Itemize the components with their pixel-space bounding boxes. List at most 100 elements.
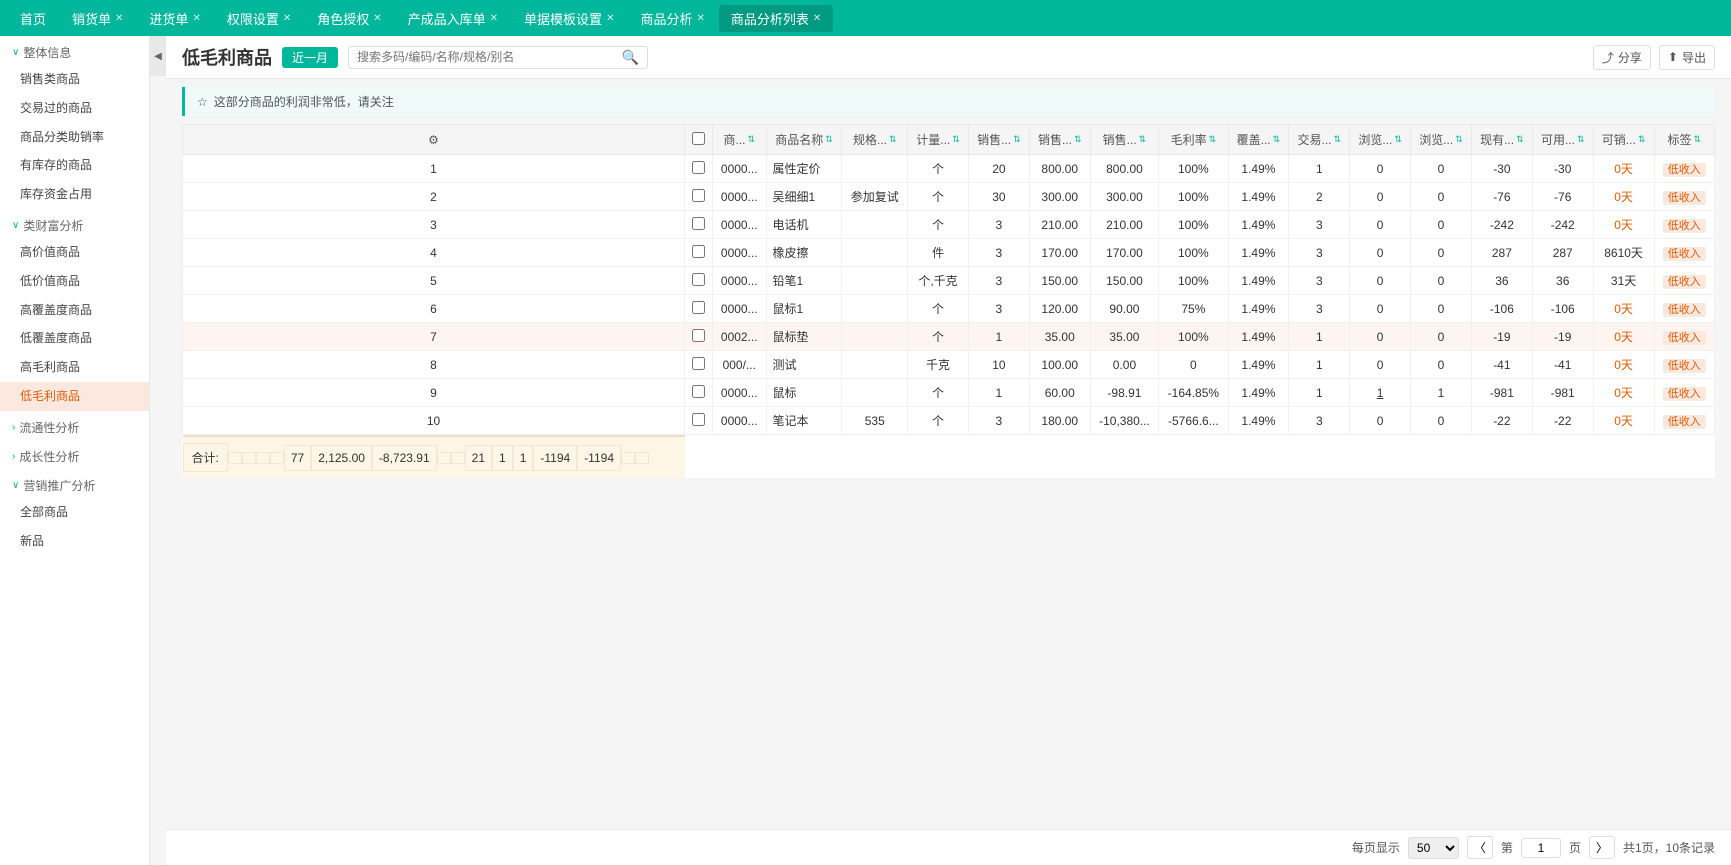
- nav-templates[interactable]: 单据模板设置 ✕: [512, 5, 626, 32]
- col-coverage[interactable]: 覆盖...⇅: [1228, 125, 1289, 155]
- col-browse1[interactable]: 浏览...⇅: [1350, 125, 1411, 155]
- col-spec[interactable]: 规格...⇅: [842, 125, 908, 155]
- sidebar-group-overview[interactable]: ∨ 整体信息: [0, 36, 149, 65]
- row-checkbox[interactable]: [685, 155, 713, 183]
- sidebar-item-sales-products[interactable]: 销售类商品: [0, 65, 149, 94]
- row-available: -242: [1532, 211, 1593, 239]
- nav-products[interactable]: 产成品入库单 ✕: [396, 5, 510, 32]
- sidebar-item-low-coverage[interactable]: 低覆盖度商品: [0, 324, 149, 353]
- row-browse1: 0: [1350, 239, 1411, 267]
- row-checkbox[interactable]: [685, 239, 713, 267]
- data-table: ⚙ 商...⇅ 商品名称⇅ 规格...⇅ 计量...⇅ 销售...⇅ 销售...…: [182, 124, 1715, 478]
- row-spec: 535: [842, 407, 908, 435]
- col-settings[interactable]: ⚙: [183, 125, 685, 155]
- nav-analysis-list[interactable]: 商品分析列表 ✕: [719, 5, 833, 32]
- share-button[interactable]: ⤴ 分享: [1593, 45, 1651, 70]
- col-available[interactable]: 可用...⇅: [1532, 125, 1593, 155]
- nav-permissions-close[interactable]: ✕: [283, 13, 291, 24]
- col-trade[interactable]: 交易...⇅: [1289, 125, 1350, 155]
- row-checkbox[interactable]: [685, 267, 713, 295]
- nav-home[interactable]: 首页: [8, 5, 58, 32]
- col-unit[interactable]: 计量...⇅: [908, 125, 969, 155]
- sidebar-group-marketing[interactable]: ∨ 营销推广分析: [0, 469, 149, 498]
- sidebar-group-growth[interactable]: › 成长性分析: [0, 440, 149, 469]
- row-checkbox[interactable]: [685, 407, 713, 435]
- sidebar-item-stocked-products[interactable]: 有库存的商品: [0, 151, 149, 180]
- row-sales-qty: 1: [968, 323, 1029, 351]
- nav-permissions[interactable]: 权限设置 ✕: [215, 5, 303, 32]
- page-size-select[interactable]: 50 100 200: [1408, 837, 1459, 859]
- row-sales-qty: 10: [968, 351, 1029, 379]
- nav-analysis[interactable]: 商品分析 ✕: [628, 5, 716, 32]
- col-sales-qty[interactable]: 销售...⇅: [968, 125, 1029, 155]
- nav-analysis-close[interactable]: ✕: [696, 13, 704, 24]
- row-sales-profit: 0.00: [1090, 351, 1159, 379]
- main-content: 低毛利商品 近一月 🔍 ⤴ 分享 ⬆ 导出 ☆ 这部分商品的利润非常低，请关注: [166, 36, 1731, 865]
- sidebar-item-new-products[interactable]: 新品: [0, 527, 149, 556]
- nav-purchase-close[interactable]: ✕: [192, 13, 200, 24]
- sidebar-group-circulation[interactable]: › 流通性分析: [0, 411, 149, 440]
- row-checkbox[interactable]: [685, 379, 713, 407]
- col-checkbox[interactable]: [685, 125, 713, 155]
- col-gross-margin[interactable]: 毛利率⇅: [1159, 125, 1228, 155]
- row-trade: 3: [1289, 239, 1350, 267]
- sidebar-item-category-rate[interactable]: 商品分类助销率: [0, 123, 149, 152]
- row-gross-margin: 100%: [1159, 323, 1228, 351]
- sidebar-item-stock-funds[interactable]: 库存资金占用: [0, 180, 149, 209]
- col-browse2[interactable]: 浏览...⇅: [1411, 125, 1472, 155]
- nav-templates-close[interactable]: ✕: [606, 13, 614, 24]
- table-row: 1 0000... 属性定价 个 20 800.00 800.00 100% 1…: [183, 155, 1715, 183]
- nav-roles-close[interactable]: ✕: [373, 13, 381, 24]
- sidebar-item-high-value[interactable]: 高价值商品: [0, 238, 149, 267]
- sidebar-item-high-margin[interactable]: 高毛利商品: [0, 353, 149, 382]
- total-sales-qty: 77: [284, 445, 311, 471]
- row-gross-margin: -5766.6...: [1159, 407, 1228, 435]
- row-index: 5: [183, 267, 685, 295]
- col-name[interactable]: 商品名称⇅: [766, 125, 842, 155]
- sort-browse1-icon: ⇅: [1394, 134, 1402, 145]
- nav-analysis-list-close[interactable]: ✕: [813, 13, 821, 24]
- row-sellable: 0天: [1593, 351, 1654, 379]
- page-input[interactable]: [1521, 838, 1561, 858]
- sidebar-item-high-coverage[interactable]: 高覆盖度商品: [0, 296, 149, 325]
- col-sales-profit[interactable]: 销售...⇅: [1090, 125, 1159, 155]
- sidebar-item-traded-products[interactable]: 交易过的商品: [0, 94, 149, 123]
- col-sales-amt[interactable]: 销售...⇅: [1029, 125, 1090, 155]
- row-index: 10: [183, 407, 685, 435]
- row-checkbox[interactable]: [685, 211, 713, 239]
- nav-roles[interactable]: 角色授权 ✕: [305, 5, 393, 32]
- row-name: 鼠标垫: [766, 323, 842, 351]
- row-browse2: 0: [1411, 295, 1472, 323]
- row-checkbox[interactable]: [685, 323, 713, 351]
- row-checkbox[interactable]: [685, 295, 713, 323]
- sidebar-item-low-margin[interactable]: 低毛利商品: [0, 382, 149, 411]
- date-filter-btn[interactable]: 近一月: [282, 47, 338, 68]
- select-all-checkbox[interactable]: [692, 132, 705, 145]
- sidebar-collapse-btn[interactable]: ◀: [150, 36, 166, 76]
- row-code: 0000...: [713, 239, 766, 267]
- col-tag[interactable]: 标签⇅: [1654, 125, 1714, 155]
- next-page-btn[interactable]: 〉: [1589, 836, 1615, 859]
- nav-sales[interactable]: 销货单 ✕: [60, 5, 135, 32]
- row-gross-margin: 100%: [1159, 183, 1228, 211]
- row-sellable: 0天: [1593, 211, 1654, 239]
- export-button[interactable]: ⬆ 导出: [1659, 45, 1715, 70]
- nav-permissions-label: 权限设置: [227, 9, 279, 28]
- row-checkbox[interactable]: [685, 183, 713, 211]
- sidebar-item-all-products[interactable]: 全部商品: [0, 498, 149, 527]
- row-browse1[interactable]: 1: [1350, 379, 1411, 407]
- prev-page-btn[interactable]: 〈: [1467, 836, 1493, 859]
- col-sellable[interactable]: 可销...⇅: [1593, 125, 1654, 155]
- sidebar-item-low-value[interactable]: 低价值商品: [0, 267, 149, 296]
- nav-purchase[interactable]: 进货单 ✕: [137, 5, 212, 32]
- col-current-stock[interactable]: 现有...⇅: [1471, 125, 1532, 155]
- nav-sales-close[interactable]: ✕: [115, 13, 123, 24]
- nav-products-close[interactable]: ✕: [490, 13, 498, 24]
- row-checkbox[interactable]: [685, 351, 713, 379]
- col-code[interactable]: 商...⇅: [713, 125, 766, 155]
- row-sales-profit: -10,380...: [1090, 407, 1159, 435]
- search-input[interactable]: [357, 50, 622, 64]
- search-icon[interactable]: 🔍: [622, 49, 639, 66]
- sidebar-group-wealth[interactable]: ∨ 类财富分析: [0, 209, 149, 238]
- row-name: 吴细细1: [766, 183, 842, 211]
